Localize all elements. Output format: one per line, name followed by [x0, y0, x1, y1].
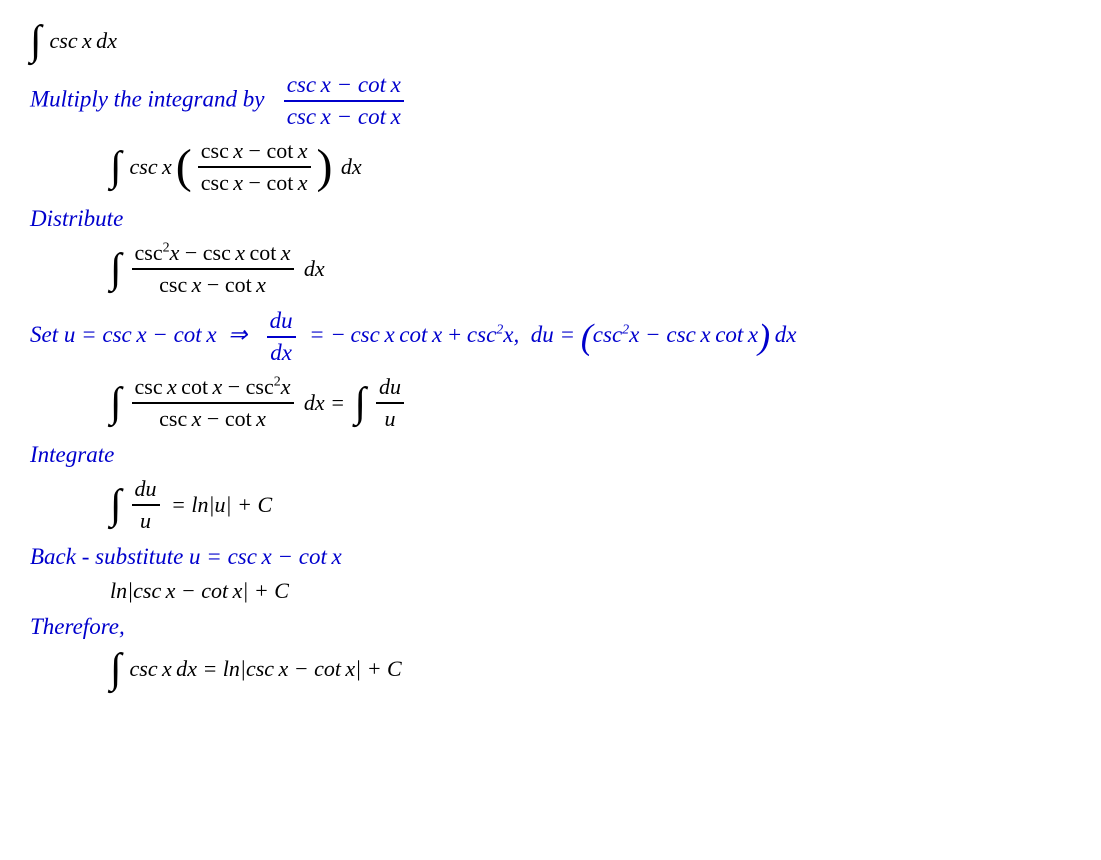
multiply-text: Multiply the integrand by: [30, 86, 264, 111]
du-dx-denom: dx: [267, 338, 295, 366]
back-sub-line: ln|csc x − cot x| + C: [110, 578, 289, 604]
back-sub-text: Back - substitute u = csc x − cot x: [30, 544, 342, 569]
integral-sign-2: ∫: [110, 146, 122, 188]
integrate-text: Integrate: [30, 442, 114, 467]
set-u-text: Set u = csc x − cot x ⇒ du dx = − csc x …: [30, 322, 796, 347]
distribute-integral-block: ∫ csc2x − csc x cot x csc x − cot x dx: [110, 240, 1071, 298]
csc-cot-fraction-numer: csc x − cot x: [198, 138, 311, 168]
therefore-text: Therefore,: [30, 614, 125, 639]
sub-fraction-left: csc x cot x − csc2x csc x − cot x: [132, 374, 294, 432]
du-dx-fraction: du dx: [267, 308, 296, 366]
distribute-text: Distribute: [30, 206, 123, 231]
u-denom: u: [382, 404, 399, 432]
integral-sign-3: ∫: [110, 248, 122, 290]
distribute-integral-line: ∫ csc2x − csc x cot x csc x − cot x dx: [110, 240, 325, 298]
distribute-label: Distribute: [30, 206, 1071, 232]
back-sub-result: ln|csc x − cot x| + C: [110, 578, 289, 604]
du-u-denom: u: [137, 506, 154, 534]
initial-integral-section: ∫ csc x dx: [30, 20, 1071, 62]
integrate-block: ∫ du u = ln|u| + C: [110, 476, 1071, 534]
initial-integrand: csc x dx: [50, 28, 117, 54]
dx-2: dx: [300, 256, 325, 282]
set-u-label: Set u = csc x − cot x ⇒ du dx = − csc x …: [30, 308, 1071, 366]
multiply-fraction-numer: csc x − cot x: [284, 72, 404, 102]
integral-sign-1: ∫: [30, 20, 42, 62]
equals-ln: = ln|u| + C: [166, 492, 273, 518]
du-over-u-fraction: du u: [376, 374, 404, 432]
integrate-label: Integrate: [30, 442, 1071, 468]
back-sub-block: ln|csc x − cot x| + C: [110, 578, 1071, 604]
dx-1: dx: [336, 154, 361, 180]
final-answer-block: ∫ csc x dx = ln|csc x − cot x| + C: [110, 648, 1071, 690]
initial-integral: ∫ csc x dx: [30, 20, 1071, 62]
du-dx-numer: du: [267, 308, 296, 338]
distributed-fraction-numer: csc2x − csc x cot x: [132, 240, 294, 270]
du-u-numer: du: [132, 476, 160, 506]
integral-sign-4: ∫: [110, 382, 122, 424]
multiply-fraction: csc x − cot x csc x − cot x: [284, 72, 404, 130]
csc-x-term: csc x: [130, 154, 172, 180]
sub-fraction-left-numer: csc x cot x − csc2x: [132, 374, 294, 404]
integral-sign-6: ∫: [110, 484, 122, 526]
multiply-integral-line: ∫ csc x ( csc x − cot x csc x − cot x ) …: [110, 138, 362, 196]
left-paren-1: (: [176, 143, 192, 191]
distributed-fraction-denom: csc x − cot x: [156, 270, 269, 298]
multiply-fraction-denom: csc x − cot x: [284, 102, 404, 130]
sub-fraction-left-denom: csc x − cot x: [156, 404, 269, 432]
distributed-fraction: csc2x − csc x cot x csc x − cot x: [132, 240, 294, 298]
therefore-label: Therefore,: [30, 614, 1071, 640]
du-numer: du: [376, 374, 404, 404]
multiply-label: Multiply the integrand by csc x − cot x …: [30, 72, 1071, 130]
dx-3: dx =: [300, 390, 351, 416]
substitution-block: ∫ csc x cot x − csc2x csc x − cot x dx =…: [110, 374, 1071, 432]
integral-sign-7: ∫: [110, 648, 122, 690]
final-integrand: csc x dx = ln|csc x − cot x| + C: [130, 656, 402, 682]
final-answer-line: ∫ csc x dx = ln|csc x − cot x| + C: [110, 648, 402, 690]
du-u-fraction: du u: [132, 476, 160, 534]
right-paren-1: ): [317, 143, 333, 191]
multiply-integral-block: ∫ csc x ( csc x − cot x csc x − cot x ) …: [110, 138, 1071, 196]
csc-cot-fraction: csc x − cot x csc x − cot x: [198, 138, 311, 196]
csc-cot-fraction-denom: csc x − cot x: [198, 168, 311, 196]
back-sub-label: Back - substitute u = csc x − cot x: [30, 544, 1071, 570]
substitution-line: ∫ csc x cot x − csc2x csc x − cot x dx =…: [110, 374, 406, 432]
integral-sign-5: ∫: [355, 382, 367, 424]
integrate-line: ∫ du u = ln|u| + C: [110, 476, 272, 534]
